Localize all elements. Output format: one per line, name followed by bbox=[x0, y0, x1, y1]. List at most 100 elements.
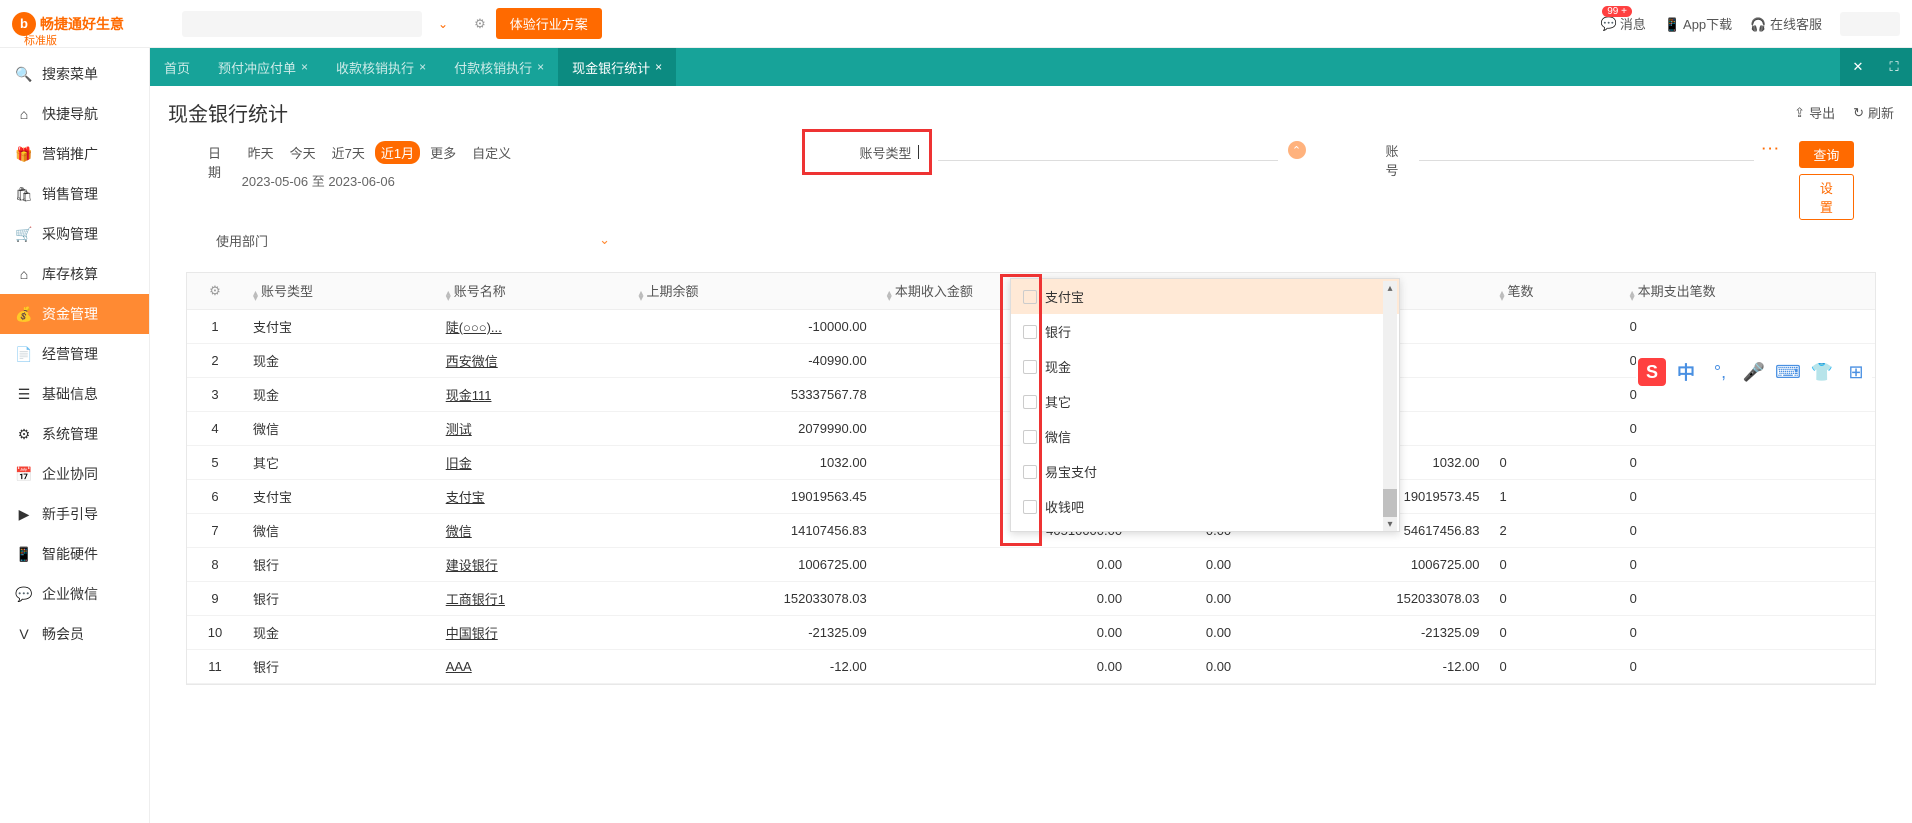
company-caret-icon[interactable]: ⌄ bbox=[438, 17, 448, 31]
col-header[interactable]: ▴▾笔数 bbox=[1490, 273, 1620, 310]
account-link[interactable]: 建设银行 bbox=[446, 558, 498, 573]
scroll-up-icon[interactable]: ▴ bbox=[1383, 281, 1397, 295]
sidebar-item-库存核算[interactable]: ⌂库存核算 bbox=[0, 254, 149, 294]
account-link[interactable]: AAA bbox=[446, 659, 472, 674]
ime-skin-icon[interactable]: 👕 bbox=[1808, 358, 1836, 386]
ime-toolbox-icon[interactable]: ⊞ bbox=[1842, 358, 1870, 386]
sidebar-item-企业协同[interactable]: 📅企业协同 bbox=[0, 454, 149, 494]
sort-icon[interactable]: ▴▾ bbox=[887, 291, 892, 301]
sidebar-item-智能硬件[interactable]: 📱智能硬件 bbox=[0, 534, 149, 574]
query-button[interactable]: 查询 bbox=[1799, 141, 1854, 168]
dropdown-option-银行[interactable]: 银行 bbox=[1011, 314, 1399, 349]
col-header[interactable]: ▴▾本期支出笔数 bbox=[1620, 273, 1875, 310]
sidebar-item-畅会员[interactable]: V畅会员 bbox=[0, 614, 149, 654]
account-link[interactable]: 旧金 bbox=[446, 456, 472, 471]
checkbox-icon[interactable] bbox=[1023, 325, 1037, 339]
tab-现金银行统计[interactable]: 现金银行统计× bbox=[558, 48, 676, 86]
account-no-input[interactable] bbox=[1419, 141, 1754, 161]
account-link[interactable]: 支付宝 bbox=[446, 490, 485, 505]
customer-service-link[interactable]: 🎧 在线客服 bbox=[1750, 14, 1822, 33]
account-link[interactable]: 工商银行1 bbox=[446, 592, 505, 607]
sidebar-item-系统管理[interactable]: ⚙系统管理 bbox=[0, 414, 149, 454]
tab-close-icon[interactable]: × bbox=[537, 60, 544, 74]
date-chip-近7天[interactable]: 近7天 bbox=[326, 141, 371, 164]
sidebar-item-新手引导[interactable]: ▶新手引导 bbox=[0, 494, 149, 534]
sidebar-item-快捷导航[interactable]: ⌂快捷导航 bbox=[0, 94, 149, 134]
account-link[interactable]: 现金111 bbox=[446, 388, 492, 403]
account-type-collapse-icon[interactable]: ⌃ bbox=[1288, 141, 1306, 159]
sidebar-item-营销推广[interactable]: 🎁营销推广 bbox=[0, 134, 149, 174]
dropdown-option-支付宝[interactable]: 支付宝 bbox=[1011, 279, 1399, 314]
industry-plan-button[interactable]: 体验行业方案 bbox=[496, 8, 602, 39]
table-settings-icon[interactable]: ⚙ bbox=[187, 273, 243, 310]
tab-首页[interactable]: 首页 bbox=[150, 48, 204, 86]
sort-icon[interactable]: ▴▾ bbox=[1500, 291, 1505, 301]
date-chip-自定义[interactable]: 自定义 bbox=[466, 141, 517, 164]
dropdown-option-微信[interactable]: 微信 bbox=[1011, 419, 1399, 454]
dept-select[interactable]: ⌄ bbox=[276, 230, 616, 250]
ime-mic-icon[interactable]: 🎤 bbox=[1740, 358, 1768, 386]
checkbox-icon[interactable] bbox=[1023, 500, 1037, 514]
user-avatar[interactable] bbox=[1840, 12, 1900, 36]
sidebar-item-基础信息[interactable]: ☰基础信息 bbox=[0, 374, 149, 414]
ime-lang-icon[interactable]: 中 bbox=[1672, 358, 1700, 386]
cell-type: 微信 bbox=[243, 514, 436, 548]
company-selector[interactable] bbox=[182, 11, 422, 37]
date-chip-今天[interactable]: 今天 bbox=[284, 141, 322, 164]
ime-sogou-icon[interactable]: S bbox=[1638, 358, 1666, 386]
account-link[interactable]: 西安微信 bbox=[446, 354, 498, 369]
tab-expand-button[interactable]: ⛶ bbox=[1876, 48, 1912, 86]
sidebar-item-经营管理[interactable]: 📄经营管理 bbox=[0, 334, 149, 374]
sidebar-label: 企业协同 bbox=[42, 464, 98, 484]
tab-close-all-button[interactable]: ✕ bbox=[1840, 48, 1876, 86]
refresh-button[interactable]: ↻刷新 bbox=[1853, 103, 1894, 122]
dropdown-scrollbar[interactable]: ▴ ▾ bbox=[1383, 281, 1397, 531]
settings-gear-icon[interactable]: ⚙ bbox=[474, 16, 486, 32]
dropdown-option-长沙银行[interactable]: 长沙银行 bbox=[1011, 524, 1399, 532]
col-header[interactable]: ▴▾上期余额 bbox=[628, 273, 876, 310]
sidebar-item-搜索菜单[interactable]: 🔍搜索菜单 bbox=[0, 54, 149, 94]
more-filters-icon[interactable]: ··· bbox=[1762, 141, 1781, 156]
dropdown-option-现金[interactable]: 现金 bbox=[1011, 349, 1399, 384]
checkbox-icon[interactable] bbox=[1023, 290, 1037, 304]
sidebar-item-采购管理[interactable]: 🛒采购管理 bbox=[0, 214, 149, 254]
dropdown-option-其它[interactable]: 其它 bbox=[1011, 384, 1399, 419]
dropdown-option-收钱吧[interactable]: 收钱吧 bbox=[1011, 489, 1399, 524]
account-link[interactable]: 测试 bbox=[446, 422, 472, 437]
scroll-down-icon[interactable]: ▾ bbox=[1383, 517, 1397, 531]
account-link[interactable]: 陡(○○○)... bbox=[446, 320, 502, 335]
tab-收款核销执行[interactable]: 收款核销执行× bbox=[322, 48, 440, 86]
col-header[interactable]: ▴▾账号名称 bbox=[436, 273, 629, 310]
sort-icon[interactable]: ▴▾ bbox=[1630, 291, 1635, 301]
checkbox-icon[interactable] bbox=[1023, 360, 1037, 374]
checkbox-icon[interactable] bbox=[1023, 430, 1037, 444]
app-download-link[interactable]: 📱 App下载 bbox=[1664, 14, 1732, 33]
account-link[interactable]: 微信 bbox=[446, 524, 472, 539]
scroll-thumb[interactable] bbox=[1383, 489, 1397, 517]
sidebar-item-销售管理[interactable]: 🛍销售管理 bbox=[0, 174, 149, 214]
date-chip-更多[interactable]: 更多 bbox=[424, 141, 462, 164]
checkbox-icon[interactable] bbox=[1023, 395, 1037, 409]
messages-link[interactable]: 💬 消息 99 + bbox=[1601, 14, 1646, 33]
col-header[interactable]: ▴▾账号类型 bbox=[243, 273, 436, 310]
settings-button[interactable]: 设置 bbox=[1799, 174, 1854, 220]
checkbox-icon[interactable] bbox=[1023, 465, 1037, 479]
sort-icon[interactable]: ▴▾ bbox=[253, 291, 258, 301]
dropdown-option-易宝支付[interactable]: 易宝支付 bbox=[1011, 454, 1399, 489]
account-link[interactable]: 中国银行 bbox=[446, 626, 498, 641]
export-button[interactable]: ⇪导出 bbox=[1794, 103, 1835, 122]
tab-close-icon[interactable]: × bbox=[301, 60, 308, 74]
account-type-input[interactable] bbox=[938, 141, 1278, 161]
sidebar-item-企业微信[interactable]: 💬企业微信 bbox=[0, 574, 149, 614]
tab-付款核销执行[interactable]: 付款核销执行× bbox=[440, 48, 558, 86]
tab-close-icon[interactable]: × bbox=[419, 60, 426, 74]
ime-keyboard-icon[interactable]: ⌨ bbox=[1774, 358, 1802, 386]
ime-punct-icon[interactable]: °, bbox=[1706, 358, 1734, 386]
sidebar-item-资金管理[interactable]: 💰资金管理 bbox=[0, 294, 149, 334]
tab-预付冲应付单[interactable]: 预付冲应付单× bbox=[204, 48, 322, 86]
date-chip-昨天[interactable]: 昨天 bbox=[242, 141, 280, 164]
tab-close-icon[interactable]: × bbox=[655, 60, 662, 74]
sort-icon[interactable]: ▴▾ bbox=[446, 291, 451, 301]
date-chip-近1月[interactable]: 近1月 bbox=[375, 141, 420, 164]
sort-icon[interactable]: ▴▾ bbox=[638, 291, 643, 301]
